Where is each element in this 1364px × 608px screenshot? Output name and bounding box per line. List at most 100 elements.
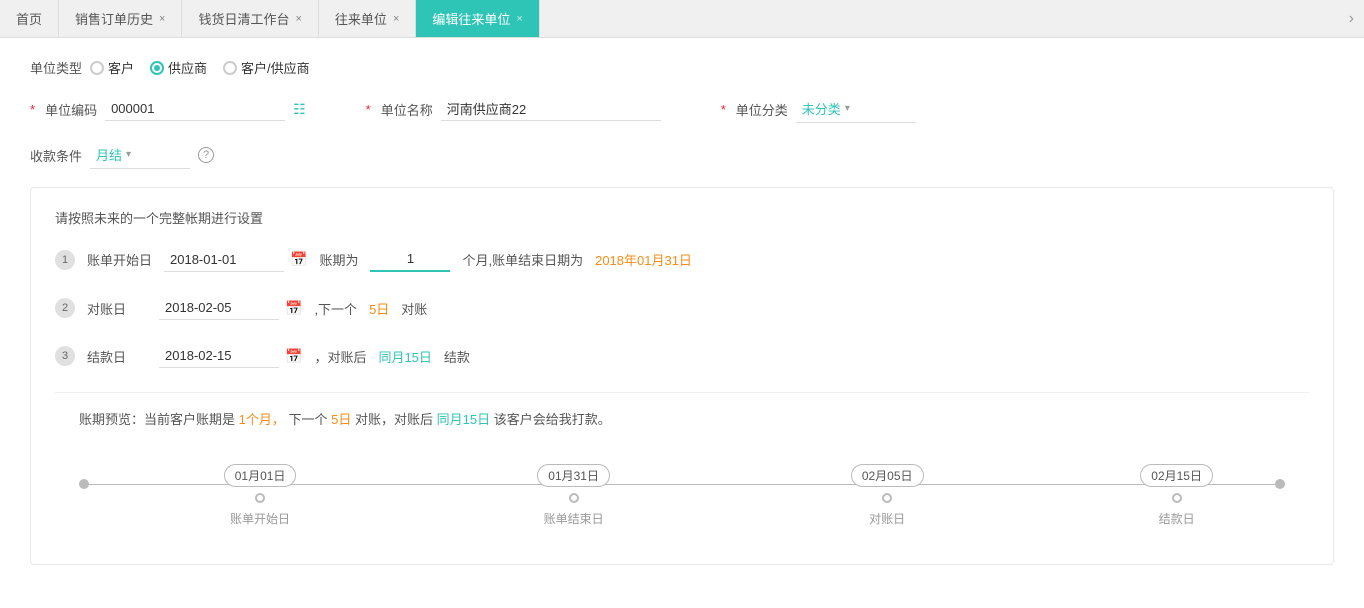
tab-edit-partner-close[interactable]: × bbox=[516, 13, 522, 25]
tab-home-label: 首页 bbox=[16, 9, 42, 28]
preview-mid: 下一个 bbox=[289, 412, 328, 427]
timeline-sublabel-4: 结款日 bbox=[1159, 510, 1195, 527]
tab-bar: 首页 销售订单历史 × 钱货日清工作台 × 往来单位 × 编辑往来单位 × › bbox=[0, 0, 1364, 38]
timeline-node-4: 02月15日 结款日 bbox=[1140, 464, 1213, 503]
row-3-date-wrapper: 📅 bbox=[159, 344, 302, 368]
timeline-node-3: 02月05日 对账日 bbox=[851, 464, 924, 503]
timeline-badge-4: 02月15日 bbox=[1140, 464, 1213, 487]
preview-section: 账期预览：当前客户账期是 1个月， 下一个 5日 对账，对账后 同月15日 该客… bbox=[55, 392, 1309, 444]
tab-expand-button[interactable]: › bbox=[1339, 0, 1364, 37]
preview-prefix: 账期预览：当前客户账期是 bbox=[79, 412, 235, 427]
settings-row-3: 3 结款日 📅 ，对账后 同月15日 结款 bbox=[55, 344, 1309, 368]
row-1-period-unit: 个月,账单结束日期为 bbox=[462, 250, 583, 269]
row-2-desc-suffix: 对账 bbox=[401, 299, 427, 318]
unit-code-input[interactable] bbox=[105, 97, 285, 121]
row-2-date-wrapper: 📅 bbox=[159, 296, 302, 320]
tab-edit-partner-label: 编辑往来单位 bbox=[432, 9, 510, 28]
row-1-date-wrapper: 📅 bbox=[164, 248, 307, 272]
timeline-dot-3 bbox=[882, 493, 892, 503]
row-3-desc-highlight: 同月15日 bbox=[378, 347, 431, 366]
radio-supplier-circle bbox=[150, 61, 164, 75]
chevron-down-icon: ▾ bbox=[845, 103, 850, 114]
radio-customer[interactable]: 客户 bbox=[90, 58, 134, 77]
unit-info-row: * 单位编码 ☷ * 单位名称 * 单位分类 未分类 ▾ bbox=[30, 95, 1334, 123]
tab-home[interactable]: 首页 bbox=[0, 0, 59, 37]
radio-customer-circle bbox=[90, 61, 104, 75]
unit-code-group: * 单位编码 ☷ bbox=[30, 97, 306, 121]
tab-edit-partner[interactable]: 编辑往来单位 × bbox=[416, 0, 539, 37]
radio-supplier[interactable]: 供应商 bbox=[150, 58, 207, 77]
radio-customer-label: 客户 bbox=[108, 58, 134, 77]
row-number-2: 2 bbox=[55, 298, 75, 318]
tab-partner-unit[interactable]: 往来单位 × bbox=[319, 0, 416, 37]
timeline-start-dot bbox=[79, 479, 89, 489]
unit-type-row: 单位类型 客户 供应商 客户/供应商 bbox=[30, 58, 1334, 77]
tab-sales-history-label: 销售订单历史 bbox=[75, 9, 153, 28]
unit-category-value: 未分类 bbox=[802, 99, 841, 118]
timeline-badge-2: 01月31日 bbox=[537, 464, 610, 487]
row-number-1: 1 bbox=[55, 250, 75, 270]
timeline-node-1: 01月01日 账单开始日 bbox=[224, 464, 297, 503]
radio-supplier-label: 供应商 bbox=[168, 58, 207, 77]
timeline-node-2: 01月31日 账单结束日 bbox=[537, 464, 610, 503]
unit-code-icon[interactable]: ☷ bbox=[293, 101, 306, 118]
timeline-dot-2 bbox=[569, 493, 579, 503]
tab-partner-unit-close[interactable]: × bbox=[393, 13, 399, 25]
row-1-label: 账单开始日 bbox=[87, 250, 152, 269]
preview-date-highlight: 5日 bbox=[331, 412, 351, 427]
row-1-period-input[interactable] bbox=[370, 247, 450, 272]
tab-sales-history[interactable]: 销售订单历史 × bbox=[59, 0, 182, 37]
settings-row-1: 1 账单开始日 📅 账期为 个月,账单结束日期为 2018年01月31日 bbox=[55, 247, 1309, 272]
radio-group: 客户 供应商 客户/供应商 bbox=[90, 58, 310, 77]
timeline-section: 01月01日 账单开始日 01月31日 账单结束日 02月05日 bbox=[55, 444, 1309, 544]
row-2-desc-prefix: ,下一个 bbox=[314, 299, 357, 318]
radio-both-label: 客户/供应商 bbox=[241, 58, 310, 77]
timeline-badge-1: 01月01日 bbox=[224, 464, 297, 487]
unit-type-label: 单位类型 bbox=[30, 58, 82, 77]
unit-name-group: * 单位名称 bbox=[366, 97, 661, 121]
row-3-desc-suffix: 结款 bbox=[444, 347, 470, 366]
unit-category-group: * 单位分类 未分类 ▾ bbox=[721, 95, 916, 123]
row-3-calendar-icon[interactable]: 📅 bbox=[285, 348, 302, 365]
row-1-date-input[interactable] bbox=[164, 248, 284, 272]
row-1-end-date: 2018年01月31日 bbox=[595, 250, 692, 269]
payment-chevron-icon: ▾ bbox=[126, 149, 131, 160]
unit-name-input[interactable] bbox=[441, 97, 661, 121]
payment-condition-row: 收款条件 月结 ▾ ? bbox=[30, 141, 1334, 169]
timeline-sublabel-2: 账单结束日 bbox=[544, 510, 604, 527]
preview-final-highlight: 同月15日 bbox=[437, 412, 490, 427]
payment-condition-label: 收款条件 bbox=[30, 146, 82, 165]
help-icon[interactable]: ? bbox=[198, 147, 214, 163]
unit-name-required-star: * bbox=[366, 102, 371, 117]
unit-code-required-star: * bbox=[30, 102, 35, 117]
payment-condition-group: 收款条件 月结 ▾ ? bbox=[30, 141, 214, 169]
radio-both[interactable]: 客户/供应商 bbox=[223, 58, 310, 77]
tab-cash-workbench-close[interactable]: × bbox=[295, 13, 301, 25]
row-3-label: 结款日 bbox=[87, 347, 147, 366]
row-2-date-input[interactable] bbox=[159, 296, 279, 320]
unit-category-select[interactable]: 未分类 ▾ bbox=[796, 95, 916, 123]
radio-both-circle bbox=[223, 61, 237, 75]
payment-condition-select[interactable]: 月结 ▾ bbox=[90, 141, 190, 169]
main-content: 单位类型 客户 供应商 客户/供应商 * 单位编码 bbox=[0, 38, 1364, 608]
preview-period: 1个月， bbox=[239, 412, 285, 427]
row-number-3: 3 bbox=[55, 346, 75, 366]
row-1-calendar-icon[interactable]: 📅 bbox=[290, 251, 307, 268]
settings-row-2: 2 对账日 📅 ,下一个 5日 对账 bbox=[55, 296, 1309, 320]
timeline-sublabel-3: 对账日 bbox=[869, 510, 905, 527]
row-2-calendar-icon[interactable]: 📅 bbox=[285, 300, 302, 317]
timeline-dot-4 bbox=[1172, 493, 1182, 503]
tab-partner-unit-label: 往来单位 bbox=[335, 9, 387, 28]
row-3-desc-prefix: ，对账后 bbox=[314, 347, 366, 366]
unit-code-label: 单位编码 bbox=[45, 100, 97, 119]
card-title: 请按照未来的一个完整帐期进行设置 bbox=[55, 208, 1309, 227]
row-2-desc-highlight: 5日 bbox=[369, 299, 389, 318]
preview-after: 对账，对账后 bbox=[355, 412, 433, 427]
tab-sales-history-close[interactable]: × bbox=[159, 13, 165, 25]
preview-suffix: 该客户会给我打款。 bbox=[494, 412, 611, 427]
row-1-separator: 账期为 bbox=[319, 250, 358, 269]
row-3-date-input[interactable] bbox=[159, 344, 279, 368]
timeline-dot-1 bbox=[255, 493, 265, 503]
unit-type-group: 单位类型 客户 供应商 客户/供应商 bbox=[30, 58, 310, 77]
tab-cash-workbench[interactable]: 钱货日清工作台 × bbox=[182, 0, 318, 37]
